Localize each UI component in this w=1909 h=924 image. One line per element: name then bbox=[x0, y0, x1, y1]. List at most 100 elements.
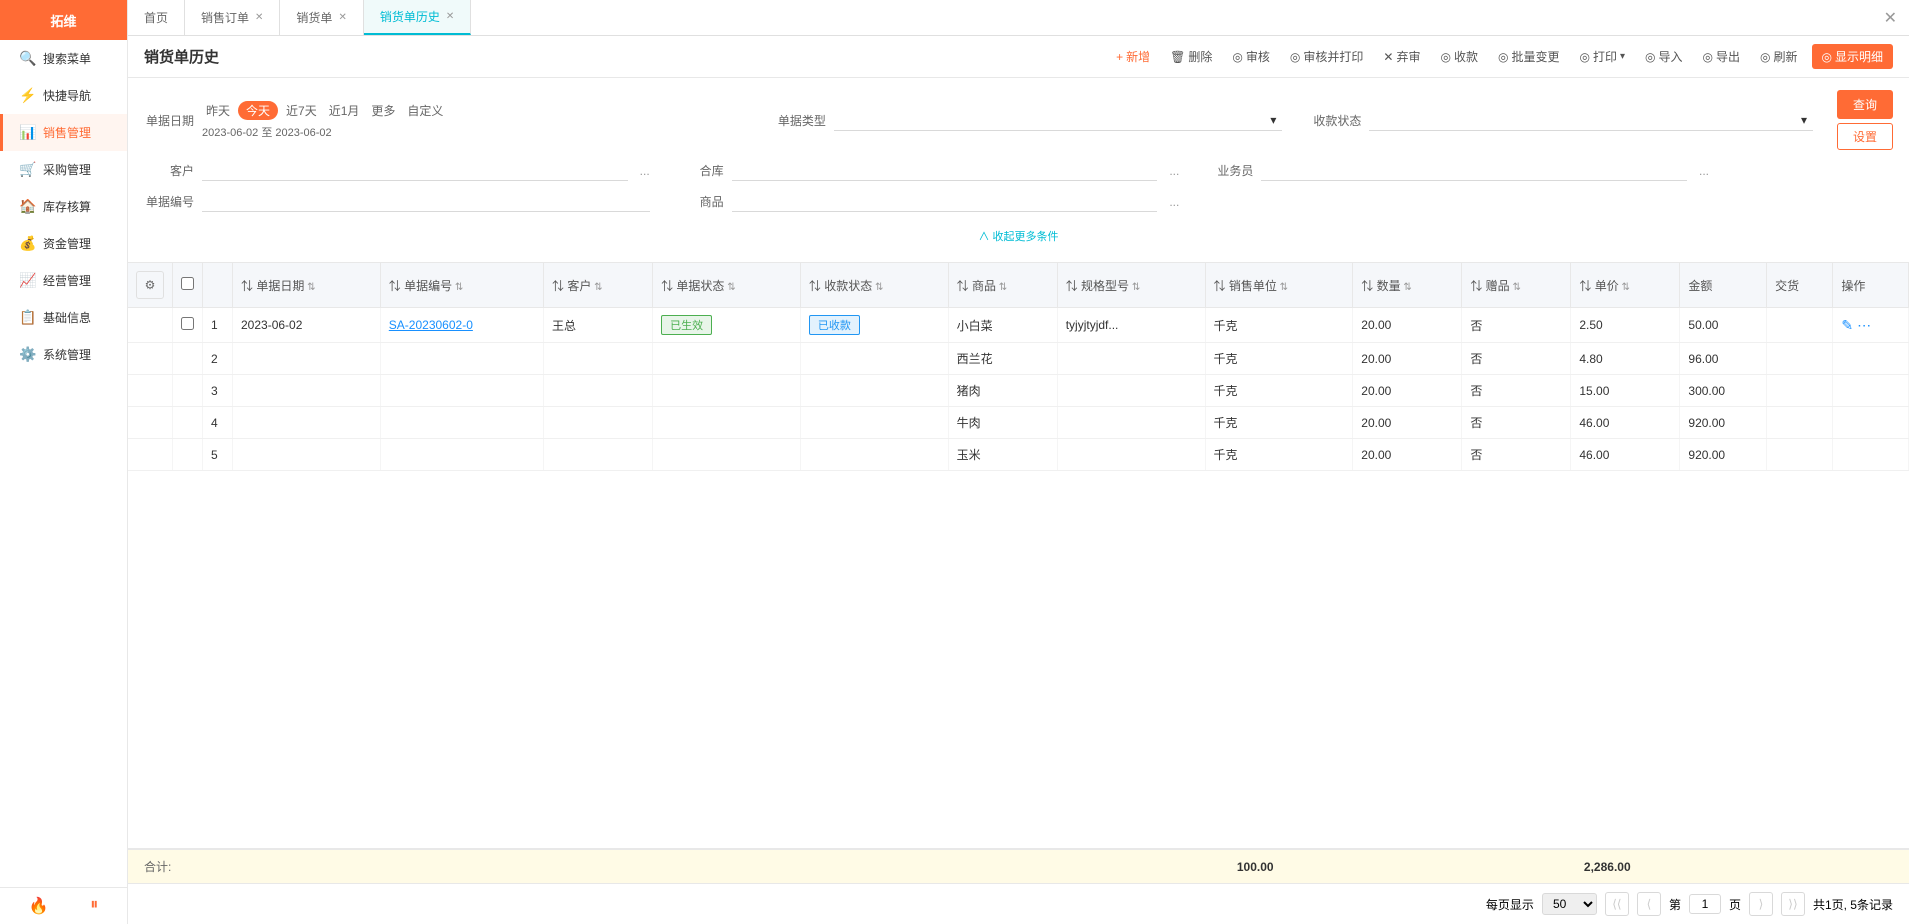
col-qty[interactable]: ⇅ 数量 bbox=[1353, 263, 1462, 308]
shortcut-1month[interactable]: 近1月 bbox=[325, 101, 364, 120]
col-collect-status[interactable]: ⇅ 收款状态 bbox=[800, 263, 948, 308]
table-row: 4 牛肉 千克 20.00 否 46.00 920.00 bbox=[128, 407, 1909, 439]
tab-home-label: 首页 bbox=[144, 9, 168, 26]
tab-sales-goods[interactable]: 销货单 ✕ bbox=[280, 0, 363, 35]
goods-dots[interactable]: ... bbox=[1169, 195, 1179, 209]
sidebar-item-finance[interactable]: 💰 资金管理 bbox=[0, 225, 127, 262]
col-unit[interactable]: ⇅ 销售单位 bbox=[1205, 263, 1353, 308]
new-button[interactable]: + 新增 bbox=[1110, 45, 1156, 68]
batch-change-button[interactable]: ◎ 批量变更 bbox=[1492, 45, 1566, 68]
col-customer[interactable]: ⇅ 客户 bbox=[544, 263, 653, 308]
audit-print-button[interactable]: ◎ 审核并打印 bbox=[1284, 45, 1370, 68]
tab-sales-history-close[interactable]: ✕ bbox=[446, 11, 454, 22]
col-gift[interactable]: ⇅ 赠品 bbox=[1462, 263, 1571, 308]
shortcut-today[interactable]: 今天 bbox=[238, 101, 278, 120]
filter-row-1: 单据日期 昨天 今天 近7天 近1月 更多 自定义 2023-06-02 至 2… bbox=[144, 90, 1893, 150]
col-spec[interactable]: ⇅ 规格型号 bbox=[1057, 263, 1205, 308]
collect-status-dropdown-icon: ▾ bbox=[1801, 113, 1807, 127]
tab-sales-order[interactable]: 销售订单 ✕ bbox=[185, 0, 280, 35]
warehouse-input[interactable] bbox=[732, 160, 1158, 181]
salesperson-dots[interactable]: ... bbox=[1699, 164, 1709, 178]
print-button[interactable]: ◎ 打印 bbox=[1573, 45, 1631, 68]
cell-gift: 否 bbox=[1462, 308, 1571, 343]
cell-qty: 20.00 bbox=[1353, 308, 1462, 343]
sidebar-item-sales[interactable]: 📊 销售管理 bbox=[0, 114, 127, 151]
customer-input[interactable] bbox=[202, 160, 628, 181]
per-page-select[interactable]: 50 20 100 bbox=[1542, 893, 1597, 915]
cell-customer: 王总 bbox=[544, 308, 653, 343]
delete-button[interactable]: 🗑 删除 bbox=[1164, 45, 1218, 68]
col-doc-no[interactable]: ⇅ 单据编号 bbox=[380, 263, 543, 308]
export-button[interactable]: ◎ 导出 bbox=[1697, 45, 1747, 68]
sidebar-bottom-pause[interactable]: ⏸ bbox=[90, 896, 98, 916]
tab-sales-order-close[interactable]: ✕ bbox=[255, 12, 263, 23]
sidebar-item-inventory[interactable]: 🏠 库存核算 bbox=[0, 188, 127, 225]
audit-print-icon: ◎ bbox=[1290, 50, 1300, 64]
col-goods[interactable]: ⇅ 商品 bbox=[948, 263, 1057, 308]
sidebar-item-label: 采购管理 bbox=[43, 161, 91, 178]
warehouse-dots[interactable]: ... bbox=[1169, 164, 1179, 178]
sidebar-item-system[interactable]: ⚙️ 系统管理 bbox=[0, 336, 127, 373]
col-gear[interactable]: ⚙ bbox=[128, 263, 173, 308]
tab-sales-goods-close[interactable]: ✕ bbox=[338, 12, 346, 23]
row-checkbox[interactable] bbox=[181, 317, 194, 330]
prev-page-button[interactable]: ⟨ bbox=[1637, 892, 1661, 916]
import-button[interactable]: ◎ 导入 bbox=[1639, 45, 1689, 68]
collapse-button[interactable]: ∧ 收起更多条件 bbox=[144, 222, 1893, 250]
show-detail-button[interactable]: ◎ 显示明细 bbox=[1812, 44, 1894, 69]
sidebar-item-operation[interactable]: 📈 经营管理 bbox=[0, 262, 127, 299]
shortcut-7days[interactable]: 近7天 bbox=[282, 101, 321, 120]
collect-button[interactable]: ◎ 收款 bbox=[1434, 45, 1484, 68]
tab-bar: 首页 销售订单 ✕ 销货单 ✕ 销货单历史 ✕ ✕ bbox=[128, 0, 1909, 36]
col-price[interactable]: ⇅ 单价 bbox=[1571, 263, 1680, 308]
tab-sales-history-label: 销货单历史 bbox=[380, 8, 440, 25]
tab-bar-close[interactable]: ✕ bbox=[1872, 8, 1909, 28]
audit-button[interactable]: ◎ 审核 bbox=[1226, 45, 1276, 68]
shortcut-more[interactable]: 更多 bbox=[367, 101, 399, 120]
salesperson-input[interactable] bbox=[1261, 160, 1687, 181]
sidebar-item-purchase[interactable]: 🛒 采购管理 bbox=[0, 151, 127, 188]
doc-no-link[interactable]: SA-20230602-0 bbox=[389, 318, 473, 332]
base-info-icon: 📋 bbox=[19, 309, 35, 326]
first-page-button[interactable]: ⟨⟨ bbox=[1605, 892, 1629, 916]
edit-button[interactable]: ✎ bbox=[1841, 317, 1853, 334]
collect-status-select[interactable]: ▾ bbox=[1369, 110, 1813, 131]
cell-checkbox bbox=[173, 407, 203, 439]
filter-goods: 商品 ... bbox=[674, 191, 1180, 212]
footer-total-qty: 100.00 bbox=[1237, 860, 1274, 874]
col-doc-status[interactable]: ⇅ 单据状态 bbox=[653, 263, 801, 308]
query-button[interactable]: 查询 bbox=[1837, 90, 1893, 119]
cell-unit: 千克 bbox=[1205, 343, 1353, 375]
more-button[interactable]: ⋯ bbox=[1857, 317, 1871, 334]
sidebar-item-base-info[interactable]: 📋 基础信息 bbox=[0, 299, 127, 336]
gear-icon[interactable]: ⚙ bbox=[136, 271, 164, 299]
purchase-icon: 🛒 bbox=[19, 161, 35, 178]
next-page-button[interactable]: ⟩ bbox=[1749, 892, 1773, 916]
select-all-checkbox[interactable] bbox=[181, 277, 194, 290]
col-doc-date[interactable]: ⇅ 单据日期 bbox=[233, 263, 381, 308]
sidebar-bottom-fire[interactable]: 🔥 bbox=[29, 896, 49, 916]
cell-checkbox bbox=[173, 375, 203, 407]
cell-goods: 猪肉 bbox=[948, 375, 1057, 407]
cell-trade bbox=[1767, 407, 1833, 439]
cell-doc-no bbox=[380, 407, 543, 439]
refresh-button[interactable]: ◎ 刷新 bbox=[1754, 45, 1804, 68]
last-page-button[interactable]: ⟩⟩ bbox=[1781, 892, 1805, 916]
tab-sales-history[interactable]: 销货单历史 ✕ bbox=[364, 0, 471, 35]
cell-spec: tyjyjtyjdf... bbox=[1057, 308, 1205, 343]
doc-no-input[interactable] bbox=[202, 191, 650, 212]
doc-type-select[interactable]: ▾ bbox=[834, 110, 1283, 131]
abandon-button[interactable]: ✕ 弃审 bbox=[1377, 45, 1426, 68]
sidebar-item-search[interactable]: 🔍 搜索菜单 bbox=[0, 40, 127, 77]
customer-dots[interactable]: ... bbox=[640, 164, 650, 178]
page-input[interactable] bbox=[1689, 894, 1721, 914]
show-detail-icon: ◎ bbox=[1822, 50, 1832, 64]
shortcut-custom[interactable]: 自定义 bbox=[403, 101, 447, 120]
sidebar-item-quick-nav[interactable]: ⚡ 快捷导航 bbox=[0, 77, 127, 114]
goods-input[interactable] bbox=[732, 191, 1158, 212]
set-button[interactable]: 设置 bbox=[1837, 123, 1893, 150]
shortcut-yesterday[interactable]: 昨天 bbox=[202, 101, 234, 120]
cell-doc-date bbox=[233, 375, 381, 407]
cell-gear bbox=[128, 407, 173, 439]
tab-home[interactable]: 首页 bbox=[128, 0, 185, 35]
